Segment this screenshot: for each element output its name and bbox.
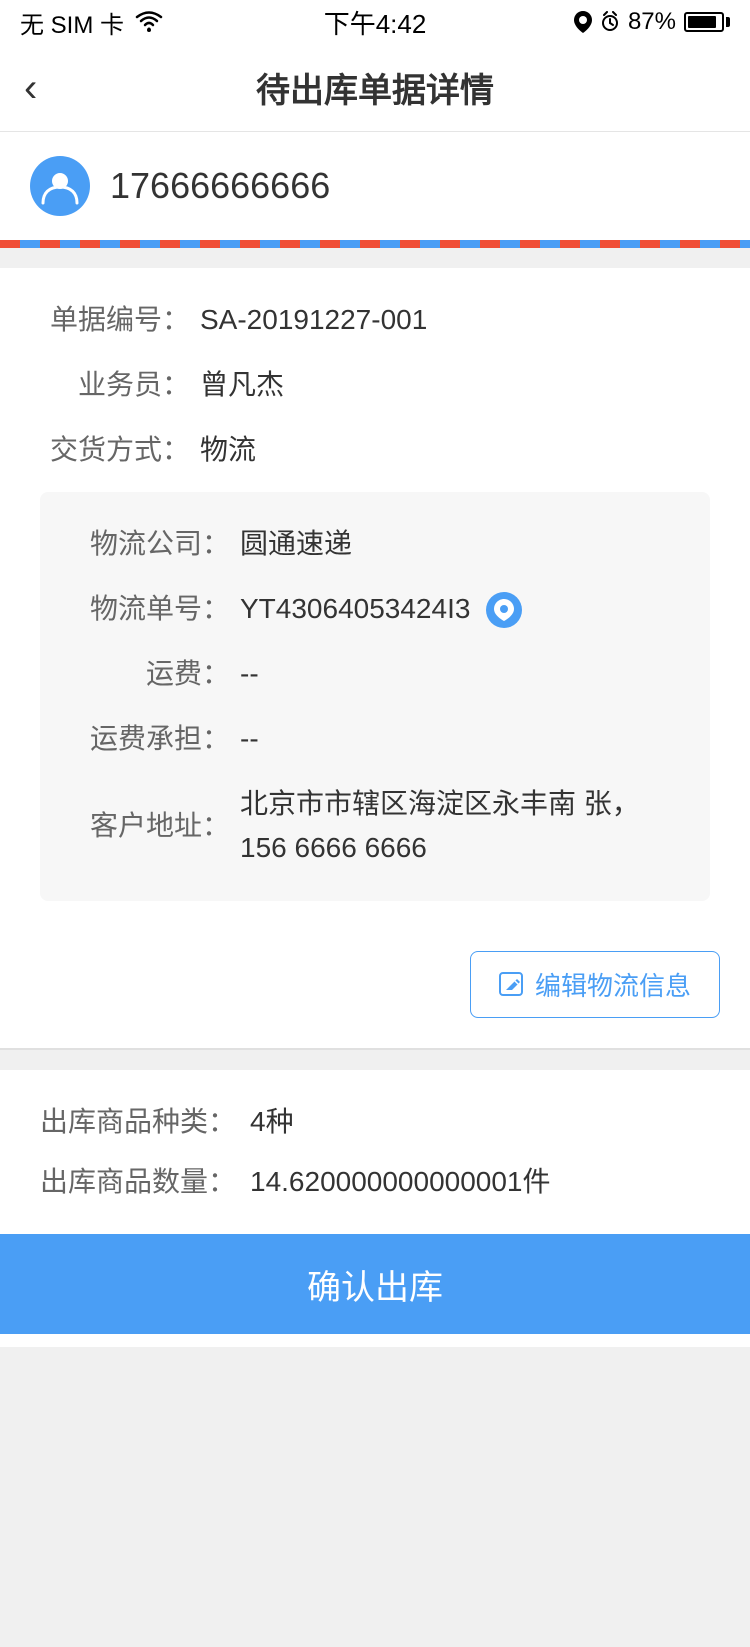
sales-person-value: 曾凡杰 bbox=[200, 363, 710, 408]
order-number-label: 单据编号： bbox=[40, 298, 190, 343]
order-number-value: SA-20191227-001 bbox=[200, 298, 710, 343]
edit-btn-row: 编辑物流信息 bbox=[0, 931, 750, 1048]
product-types-value: 4种 bbox=[250, 1100, 294, 1140]
track-location-button[interactable] bbox=[486, 592, 522, 628]
tracking-number-value: YT43064053424I3 bbox=[240, 587, 670, 632]
logistics-company-label: 物流公司： bbox=[80, 522, 230, 567]
logistics-card: 物流公司： 圆通速递 物流单号： YT43064053424I3 运费： bbox=[40, 492, 710, 901]
edit-btn-label: 编辑物流信息 bbox=[535, 966, 691, 1003]
status-bar: 无 SIM 卡 下午4:42 87% bbox=[0, 0, 750, 44]
map-pin-icon bbox=[494, 599, 514, 621]
order-number-row: 单据编号： SA-20191227-001 bbox=[40, 298, 710, 343]
delivery-method-row: 交货方式： 物流 bbox=[40, 428, 710, 473]
battery-text: 87% bbox=[628, 8, 676, 36]
empty-space bbox=[0, 1347, 750, 1547]
nav-bar: ‹ 待出库单据详情 bbox=[0, 44, 750, 132]
product-types-row: 出库商品种类： 4种 bbox=[40, 1100, 710, 1140]
logistics-company-value: 圆通速递 bbox=[240, 522, 670, 567]
user-header: 17666666666 bbox=[0, 132, 750, 240]
section-divider bbox=[0, 1048, 750, 1050]
freight-bearer-label: 运费承担： bbox=[80, 717, 230, 762]
summary-section: 出库商品种类： 4种 出库商品数量： 14.620000000000001件 bbox=[0, 1070, 750, 1230]
page-title: 待出库单据详情 bbox=[256, 63, 494, 112]
freight-row: 运费： -- bbox=[80, 652, 670, 697]
status-bar-right: 87% bbox=[574, 8, 730, 36]
dashed-separator bbox=[0, 240, 750, 248]
order-info-section: 单据编号： SA-20191227-001 业务员： 曾凡杰 交货方式： 物流 … bbox=[0, 268, 750, 931]
product-quantity-value: 14.620000000000001件 bbox=[250, 1160, 551, 1200]
sales-person-row: 业务员： 曾凡杰 bbox=[40, 363, 710, 408]
wifi-icon bbox=[134, 11, 164, 33]
carrier-text: 无 SIM 卡 bbox=[20, 5, 124, 40]
logistics-company-row: 物流公司： 圆通速递 bbox=[80, 522, 670, 567]
confirm-button[interactable]: 确认出库 bbox=[0, 1234, 750, 1334]
status-bar-left: 无 SIM 卡 bbox=[20, 5, 164, 40]
tracking-number-text: YT43064053424I3 bbox=[240, 587, 470, 632]
delivery-method-value: 物流 bbox=[200, 428, 710, 473]
tracking-number-label: 物流单号： bbox=[80, 587, 230, 632]
address-label: 客户地址： bbox=[80, 804, 230, 849]
delivery-method-label: 交货方式： bbox=[40, 428, 190, 473]
edit-logistics-button[interactable]: 编辑物流信息 bbox=[470, 951, 720, 1018]
address-row: 客户地址： 北京市市辖区海淀区永丰南 张，156 6666 6666 bbox=[80, 782, 670, 872]
freight-label: 运费： bbox=[80, 652, 230, 697]
avatar bbox=[30, 156, 90, 216]
battery-icon bbox=[684, 12, 730, 32]
status-bar-time: 下午4:42 bbox=[324, 4, 427, 41]
product-quantity-row: 出库商品数量： 14.620000000000001件 bbox=[40, 1160, 710, 1200]
edit-icon bbox=[499, 972, 525, 998]
confirm-btn-label: 确认出库 bbox=[307, 1260, 443, 1309]
product-types-label: 出库商品种类： bbox=[40, 1100, 240, 1140]
product-quantity-label: 出库商品数量： bbox=[40, 1160, 240, 1200]
sales-person-label: 业务员： bbox=[40, 363, 190, 408]
freight-bearer-row: 运费承担： -- bbox=[80, 717, 670, 762]
alarm-icon bbox=[600, 11, 620, 33]
user-icon bbox=[41, 167, 79, 205]
location-status-icon bbox=[574, 11, 592, 33]
freight-bearer-value: -- bbox=[240, 717, 670, 762]
address-value: 北京市市辖区海淀区永丰南 张，156 6666 6666 bbox=[240, 782, 670, 872]
back-button[interactable]: ‹ bbox=[24, 68, 37, 108]
tracking-number-row: 物流单号： YT43064053424I3 bbox=[80, 587, 670, 632]
user-phone: 17666666666 bbox=[110, 165, 330, 207]
freight-value: -- bbox=[240, 652, 670, 697]
